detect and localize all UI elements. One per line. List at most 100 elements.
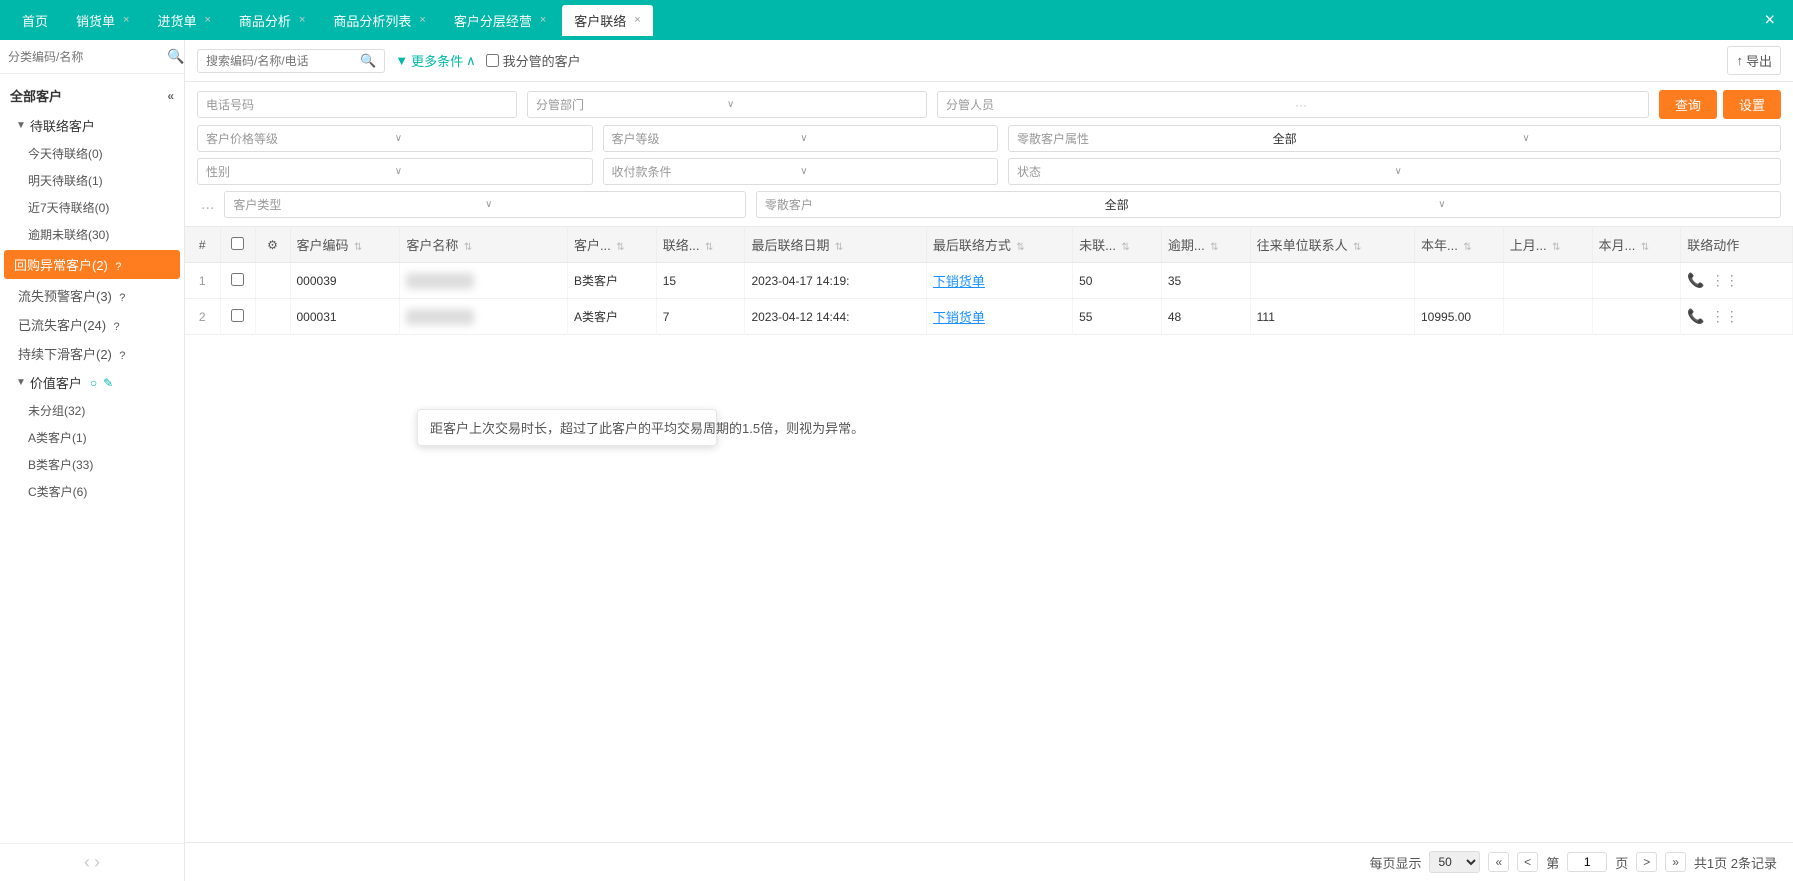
nav-tab-productanalysislist[interactable]: 商品分析列表 × [321,5,437,36]
query-button[interactable]: 查询 [1659,90,1717,119]
search-icon[interactable]: 🔍 [360,53,376,69]
th-settings[interactable]: ⚙ [255,227,290,263]
last-page-button[interactable]: » [1665,852,1686,872]
select-all-checkbox[interactable] [231,237,244,250]
sidebar: 🔍 全部客户 « ▼ 待联络客户 今天待联络(0) 明天待联络(1) 近7天待联… [0,40,185,881]
sidebar-item-tomorrow[interactable]: 明天待联络(1) [10,167,184,194]
close-customercontact-icon[interactable]: × [634,14,640,26]
row2-code: 000031 [290,299,400,335]
sort-type-icon[interactable]: ⇅ [616,242,624,253]
my-customers-toggle[interactable]: 我分管的客户 [486,51,581,70]
value-edit-icon[interactable]: ○ [90,376,97,390]
sidebar-item-bclass[interactable]: B类客户(33) [10,451,184,478]
sidebar-item-today[interactable]: 今天待联络(0) [10,140,184,167]
sort-way-icon[interactable]: ⇅ [1016,242,1024,253]
nav-tab-customercontact[interactable]: 客户联络 × [562,5,652,36]
repurchase-help-icon[interactable]: ? [115,261,121,273]
sidebar-search-icon[interactable]: 🔍 [167,48,184,65]
sort-date-icon[interactable]: ⇅ [835,242,843,253]
value-group-title[interactable]: ▼ 价值客户 ○ ✎ [10,368,184,397]
nav-tab-purchaseorder[interactable]: 进货单 × [145,5,222,36]
sidebar-item-cclass[interactable]: C类客户(6) [10,478,184,505]
filter-retail-customer[interactable]: 零散客户 全部 ∨ [756,191,1781,218]
filter-status[interactable]: 状态 ∨ [1008,158,1781,185]
row1-checkbox[interactable] [220,263,255,299]
filter-customer-type[interactable]: 客户类型 ∨ [224,191,746,218]
value-settings-icon[interactable]: ✎ [103,376,113,390]
close-productanalysislist-icon[interactable]: × [419,14,425,26]
prev-page-button[interactable]: < [1517,852,1538,872]
export-button[interactable]: ↑ 导出 [1727,46,1781,75]
waiting-group-title[interactable]: ▼ 待联络客户 [10,111,184,140]
sidebar-left-arrow[interactable]: ‹ [84,852,90,873]
filter-price-level[interactable]: 客户价格等级 ∨ [197,125,593,152]
table-row: 1 000039 ████████ B类客户 15 2023-04-17 14:… [185,263,1793,299]
row1-select-checkbox[interactable] [231,273,244,286]
filter-dept[interactable]: 分管部门 ∨ [527,91,927,118]
sidebar-item-lost[interactable]: 已流失客户(24) ? [0,310,184,339]
sort-notcontact-icon[interactable]: ⇅ [1121,242,1129,253]
row2-phone-icon[interactable]: 📞 [1687,308,1704,325]
sort-lastmonth-icon[interactable]: ⇅ [1552,242,1560,253]
nav-tab-salesorder[interactable]: 销货单 × [64,5,141,36]
all-customers-title[interactable]: 全部客户 « [0,80,184,111]
row2-select-checkbox[interactable] [231,309,244,322]
th-contact-count: 联络... ⇅ [656,227,745,263]
sort-contact-icon[interactable]: ⇅ [705,242,713,253]
sort-name-icon[interactable]: ⇅ [464,242,472,253]
first-page-button[interactable]: « [1488,852,1509,872]
row1-last-contact-way[interactable]: 下销货单 [926,263,1072,299]
more-conditions-button[interactable]: ▼ 更多条件 ∧ [395,51,475,70]
sidebar-item-loss-warning[interactable]: 流失预警客户(3) ? [0,281,184,310]
sort-overdue-icon[interactable]: ⇅ [1210,242,1218,253]
close-customerlayer-icon[interactable]: × [540,14,546,26]
declining-help-icon[interactable]: ? [119,350,125,362]
table-container: # ⚙ 客户编码 ⇅ 客户名称 ⇅ 客户... ⇅ [185,227,1793,842]
nav-home[interactable]: 首页 [10,5,60,36]
sidebar-item-aclass[interactable]: A类客户(1) [10,424,184,451]
my-customers-checkbox[interactable] [486,54,499,67]
sidebar-item-ungrouped[interactable]: 未分组(32) [10,397,184,424]
lost-help-icon[interactable]: ? [113,321,119,333]
sidebar-item-7days[interactable]: 近7天待联络(0) [10,194,184,221]
per-page-select[interactable]: 50 20 30 100 [1429,851,1480,873]
sidebar-right-arrow[interactable]: › [94,852,100,873]
filter-payment[interactable]: 收付款条件 ∨ [603,158,999,185]
row4-dots[interactable]: ... [201,196,214,214]
sort-thisyear-icon[interactable]: ⇅ [1463,242,1471,253]
close-purchaseorder-icon[interactable]: × [204,14,210,26]
window-close-button[interactable]: × [1756,6,1783,35]
nav-tab-customerlayer[interactable]: 客户分层经营 × [442,5,558,36]
filter-retail-attr[interactable]: 零散客户属性 全部 ∨ [1008,125,1781,152]
row2-more-icon[interactable]: ⋮⋮ [1711,308,1739,325]
th-customer-name: 客户名称 ⇅ [400,227,568,263]
row1-phone-icon[interactable]: 📞 [1687,272,1704,289]
filter-phone[interactable]: 电话号码 [197,91,517,118]
nav-tab-productanalysis[interactable]: 商品分析 × [227,5,317,36]
row1-code: 000039 [290,263,400,299]
page-number-input[interactable] [1567,852,1607,872]
person-dots-icon[interactable]: ··· [1295,98,1640,112]
row1-not-contact: 50 [1073,263,1162,299]
search-input[interactable] [206,54,356,68]
filter-customer-level[interactable]: 客户等级 ∨ [603,125,999,152]
loss-warning-help-icon[interactable]: ? [119,292,125,304]
row1-more-icon[interactable]: ⋮⋮ [1711,272,1739,289]
filter-gender[interactable]: 性别 ∨ [197,158,593,185]
filter-person[interactable]: 分管人员 ··· [937,91,1649,118]
sidebar-item-overdue[interactable]: 逾期未联络(30) [10,221,184,248]
sort-unitcontact-icon[interactable]: ⇅ [1353,242,1361,253]
close-salesorder-icon[interactable]: × [123,14,129,26]
sidebar-item-repurchase-abnormal[interactable]: 回购异常客户(2) ? [4,250,180,279]
th-checkbox [220,227,255,263]
settings-button[interactable]: 设置 [1723,90,1781,119]
row2-checkbox[interactable] [220,299,255,335]
sidebar-item-declining[interactable]: 持续下滑客户(2) ? [0,339,184,368]
next-page-button[interactable]: > [1636,852,1657,872]
sort-thismonth-icon[interactable]: ⇅ [1641,242,1649,253]
row2-last-contact-way[interactable]: 下销货单 [926,299,1072,335]
close-productanalysis-icon[interactable]: × [299,14,305,26]
sort-code-icon[interactable]: ⇅ [354,242,362,253]
row1-actions: 📞 ⋮⋮ [1681,263,1793,299]
sidebar-search-input[interactable] [8,50,163,64]
